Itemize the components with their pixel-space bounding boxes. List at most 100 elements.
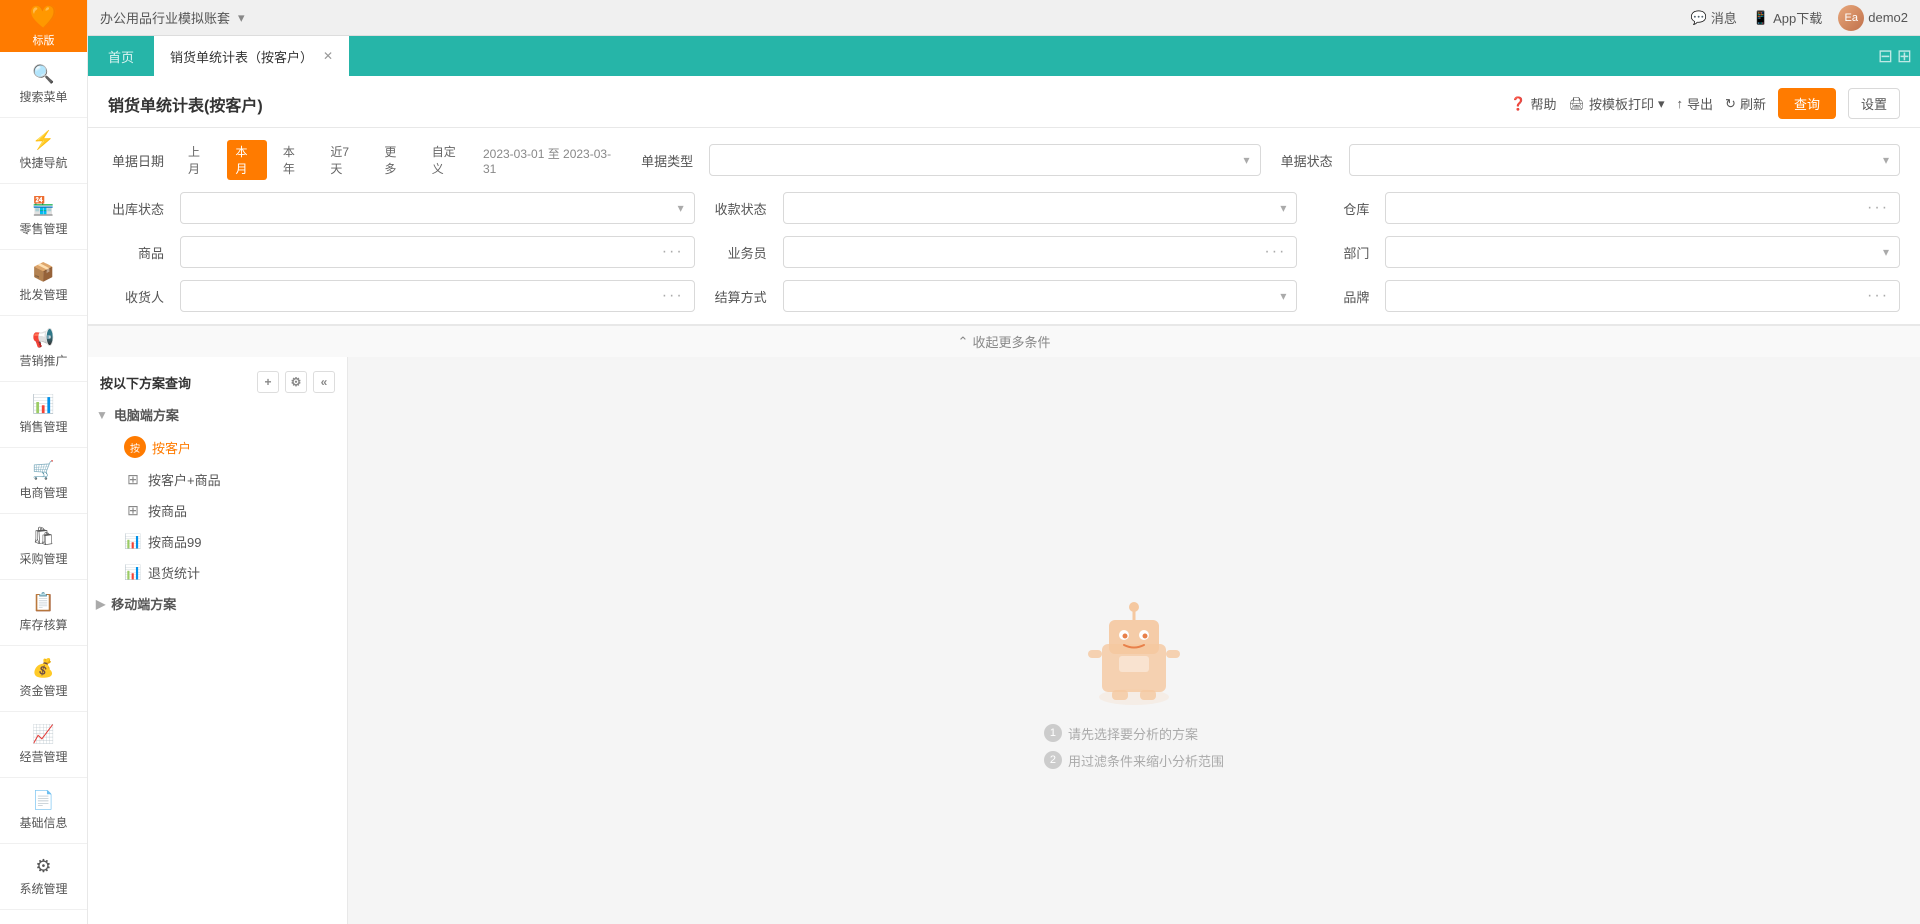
sidebar-item-search[interactable]: 🔍 搜索菜单 [0, 52, 87, 118]
tree-item-by-customer-label: 按客户 [152, 438, 191, 457]
query-button[interactable]: 查询 [1778, 88, 1836, 119]
tip-num-1: 1 [1044, 724, 1062, 742]
sidebar-item-wholesale[interactable]: 📦 批发管理 [0, 250, 87, 316]
tree-item-by-goods99-label: 按商品99 [148, 532, 201, 551]
account-dropdown-icon[interactable]: ▾ [238, 10, 245, 26]
sidebar-item-finance[interactable]: 💰 资金管理 [0, 646, 87, 712]
sidebar-item-corp-collab[interactable]: 🤝 企业协同 [0, 910, 87, 924]
collapse-btn[interactable]: ⌃ 收起更多条件 [958, 332, 1051, 351]
sidebar-item-purchase-label: 采购管理 [19, 550, 67, 567]
sidebar-item-retail[interactable]: 🏪 零售管理 [0, 184, 87, 250]
wholesale-icon: 📦 [32, 262, 54, 283]
sidebar-item-inventory-label: 库存核算 [19, 616, 67, 633]
tree-item-return-stats-label: 退货统计 [148, 563, 200, 582]
message-icon: 💬 [1691, 10, 1707, 26]
date-btn-current-month[interactable]: 本月 [227, 140, 266, 180]
main-area: 办公用品行业模拟账套 ▾ 💬 消息 📱 App下载 Ea demo2 [88, 0, 1920, 924]
out-status-arrow: ▾ [678, 201, 684, 215]
warehouse-select[interactable]: ··· [1385, 192, 1900, 224]
tree-section-pc[interactable]: ▼ 电脑端方案 [88, 399, 347, 430]
receiver-label: 收货人 [108, 287, 164, 306]
tab-home[interactable]: 首页 [88, 36, 154, 76]
sidebar-item-ecommerce[interactable]: 🛒 电商管理 [0, 448, 87, 514]
retail-icon: 🏪 [32, 196, 54, 217]
panel-add-btn[interactable]: + [257, 371, 279, 393]
salesperson-dots: ··· [1264, 243, 1286, 261]
sidebar: 🧡 标版 🔍 搜索菜单 ⚡ 快捷导航 🏪 零售管理 📦 批发管理 📢 营 [0, 0, 88, 924]
tab-close-icon[interactable]: ✕ [323, 49, 333, 63]
tree-item-return-stats[interactable]: 📊 退货统计 [88, 557, 347, 588]
tip-text-2: 用过滤条件来缩小分析范围 [1068, 751, 1224, 770]
date-filter-group: 上月 本月 本年 近7天 更多 自定义 2023-03-01 至 2023-03… [180, 140, 621, 180]
print-btn[interactable]: 🖨 按模板打印 ▾ [1568, 94, 1664, 113]
settings-button[interactable]: 设置 [1848, 88, 1900, 119]
print-dropdown-icon[interactable]: ▾ [1658, 96, 1665, 112]
doc-status-arrow: ▾ [1883, 153, 1889, 167]
empty-tip-1: 1 请先选择要分析的方案 [1044, 724, 1224, 743]
goods-select[interactable]: ··· [180, 236, 695, 268]
doc-type-select[interactable]: ▾ [709, 144, 1260, 176]
doc-type-label: 单据类型 [637, 151, 693, 170]
tip-num-2: 2 [1044, 751, 1062, 769]
out-status-select[interactable]: ▾ [180, 192, 695, 224]
collapse-up-icon: ⌃ [958, 334, 969, 350]
sidebar-item-basic-info[interactable]: 📄 基础信息 [0, 778, 87, 844]
sidebar-item-marketing[interactable]: 📢 营销推广 [0, 316, 87, 382]
top-bar: 办公用品行业模拟账套 ▾ 💬 消息 📱 App下载 Ea demo2 [88, 0, 1920, 36]
return-stats-icon: 📊 [124, 564, 142, 581]
sidebar-item-quick-nav[interactable]: ⚡ 快捷导航 [0, 118, 87, 184]
goods-dots: ··· [662, 243, 684, 261]
collapse-text: 收起更多条件 [972, 332, 1050, 351]
finance-icon: 💰 [32, 658, 54, 679]
sidebar-item-system[interactable]: ⚙ 系统管理 [0, 844, 87, 910]
sidebar-item-inventory[interactable]: 📋 库存核算 [0, 580, 87, 646]
panel-settings-btn[interactable]: ⚙ [285, 371, 307, 393]
receipt-status-select[interactable]: ▾ [783, 192, 1298, 224]
content-layout: 按以下方案查询 + ⚙ « ▼ 电脑端方案 按 [88, 357, 1920, 924]
message-btn[interactable]: 💬 消息 [1691, 8, 1737, 27]
sidebar-item-sales[interactable]: 📊 销售管理 [0, 382, 87, 448]
user-avatar-area[interactable]: Ea demo2 [1838, 5, 1908, 31]
sidebar-item-operations-label: 经营管理 [19, 748, 67, 765]
page-content: 销货单统计表(按客户) ❓ 帮助 🖨 按模板打印 ▾ ↑ 导出 [88, 76, 1920, 924]
department-select[interactable]: ▾ [1385, 236, 1900, 268]
panel-actions: + ⚙ « [257, 371, 335, 393]
sidebar-item-retail-label: 零售管理 [19, 220, 67, 237]
logo-icon: 🧡 [30, 4, 57, 30]
avatar: Ea [1838, 5, 1864, 31]
date-btn-prev-month[interactable]: 上月 [180, 140, 219, 180]
tree-section-mobile[interactable]: ▶ 移动端方案 [88, 588, 347, 619]
sidebar-item-operations[interactable]: 📈 经营管理 [0, 712, 87, 778]
date-btn-7days[interactable]: 近7天 [322, 140, 368, 180]
system-icon: ⚙ [35, 856, 51, 877]
brand-select[interactable]: ··· [1385, 280, 1900, 312]
sidebar-item-finance-label: 资金管理 [19, 682, 67, 699]
tab-minimize-icon[interactable]: ⊟ [1878, 46, 1893, 67]
sidebar-item-basic-info-label: 基础信息 [19, 814, 67, 831]
receiver-select[interactable]: ··· [180, 280, 695, 312]
tree-item-by-goods[interactable]: ⊞ 按商品 [88, 495, 347, 526]
help-btn[interactable]: ❓ 帮助 [1510, 94, 1556, 113]
tip-text-1: 请先选择要分析的方案 [1068, 724, 1198, 743]
doc-status-select[interactable]: ▾ [1349, 144, 1900, 176]
date-btn-more[interactable]: 更多 [376, 140, 415, 180]
tab-sales-stats[interactable]: 销货单统计表（按客户） ✕ [154, 36, 349, 76]
tree-item-by-customer[interactable]: 按 按客户 [88, 430, 347, 464]
refresh-btn[interactable]: ↻ 刷新 [1725, 94, 1766, 113]
tree-item-customer-goods[interactable]: ⊞ 按客户+商品 [88, 464, 347, 495]
refresh-icon: ↻ [1725, 96, 1736, 112]
sidebar-item-marketing-label: 营销推广 [19, 352, 67, 369]
tab-maximize-icon[interactable]: ⊞ [1897, 46, 1912, 67]
settlement-select[interactable]: ▾ [783, 280, 1298, 312]
tree-item-by-goods99[interactable]: 📊 按商品99 [88, 526, 347, 557]
sidebar-item-purchase[interactable]: 🛍 采购管理 [0, 514, 87, 580]
export-label: 导出 [1687, 94, 1713, 113]
date-btn-custom[interactable]: 自定义 [424, 140, 475, 180]
panel-collapse-btn[interactable]: « [313, 371, 335, 393]
date-btn-current-year[interactable]: 本年 [275, 140, 314, 180]
app-download-btn[interactable]: 📱 App下载 [1753, 8, 1822, 27]
sidebar-item-ecommerce-label: 电商管理 [19, 484, 67, 501]
salesperson-select[interactable]: ··· [783, 236, 1298, 268]
tree-expand-mobile: ▶ [96, 597, 105, 611]
export-btn[interactable]: ↑ 导出 [1677, 94, 1714, 113]
